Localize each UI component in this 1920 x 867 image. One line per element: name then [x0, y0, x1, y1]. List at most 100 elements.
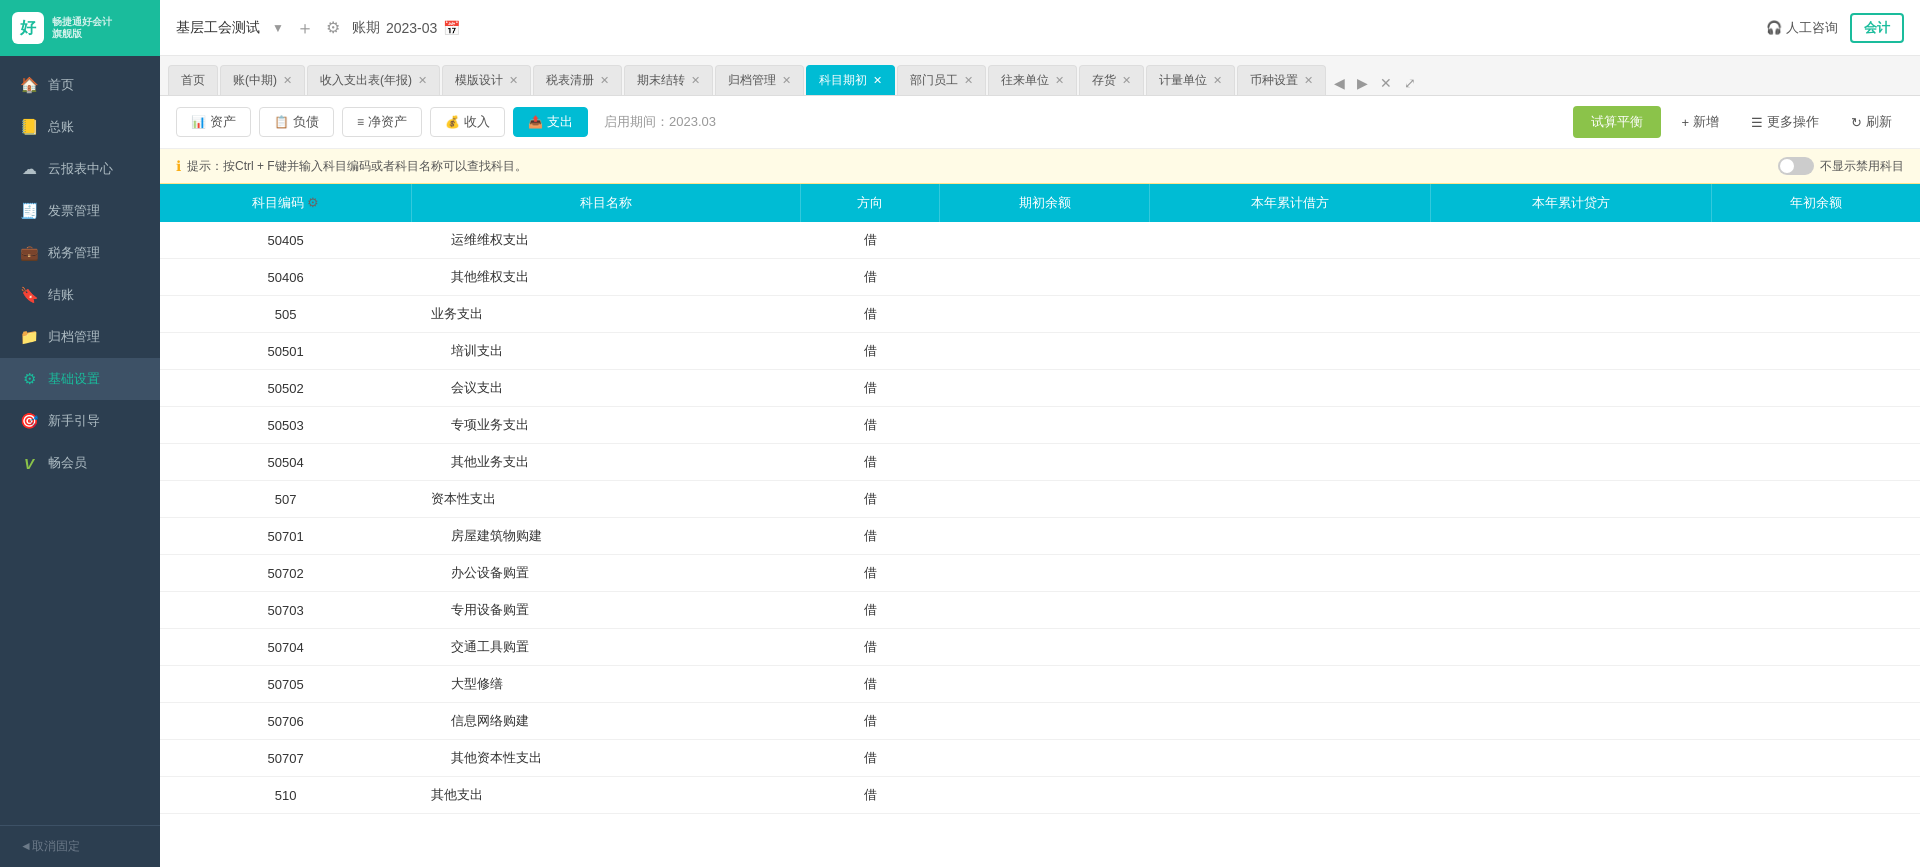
net-assets-icon: ≡: [357, 115, 364, 129]
cell-ytd-credit: [1431, 740, 1712, 777]
sidebar-item-closing[interactable]: 🔖 结账: [0, 274, 160, 316]
refresh-btn[interactable]: ↻ 刷新: [1839, 106, 1904, 138]
sub-tab-income[interactable]: 💰 收入: [430, 107, 505, 137]
tab-unit[interactable]: 计量单位 ✕: [1146, 65, 1235, 95]
table-row[interactable]: 50705大型修缮借: [160, 666, 1920, 703]
table-row[interactable]: 50503专项业务支出借: [160, 407, 1920, 444]
sub-tab-assets[interactable]: 📊 资产: [176, 107, 251, 137]
tab-close-icon[interactable]: ✕: [964, 74, 973, 87]
table-row[interactable]: 50501培训支出借: [160, 333, 1920, 370]
sidebar-item-ledger[interactable]: 📒 总账: [0, 106, 160, 148]
table-row[interactable]: 50701房屋建筑物购建借: [160, 518, 1920, 555]
balance-btn[interactable]: 试算平衡: [1573, 106, 1661, 138]
cell-ytd-debit: [1150, 222, 1431, 259]
help-btn[interactable]: 🎧 人工咨询: [1766, 19, 1838, 37]
tab-close-icon[interactable]: ✕: [1122, 74, 1131, 87]
cell-name: 其他维权支出: [411, 259, 801, 296]
sidebar-item-home[interactable]: 🏠 首页: [0, 64, 160, 106]
tabs-prev-btn[interactable]: ◀: [1328, 71, 1351, 95]
sidebar-item-guide[interactable]: 🎯 新手引导: [0, 400, 160, 442]
sidebar-item-archive[interactable]: 📁 归档管理: [0, 316, 160, 358]
tab-home[interactable]: 首页: [168, 65, 218, 95]
cell-direction: 借: [801, 703, 940, 740]
tab-annual-report[interactable]: 收入支出表(年报) ✕: [307, 65, 440, 95]
sidebar-item-settings[interactable]: ⚙ 基础设置: [0, 358, 160, 400]
tab-mid-period[interactable]: 账(中期) ✕: [220, 65, 305, 95]
tab-counterparty[interactable]: 往来单位 ✕: [988, 65, 1077, 95]
company-name[interactable]: 基层工会测试: [176, 19, 260, 37]
cell-ytd-debit: [1150, 259, 1431, 296]
sidebar-item-invoice[interactable]: 🧾 发票管理: [0, 190, 160, 232]
cell-ytd-debit: [1150, 777, 1431, 814]
cell-direction: 借: [801, 370, 940, 407]
tab-archive[interactable]: 归档管理 ✕: [715, 65, 804, 95]
cell-ytd-credit: [1431, 259, 1712, 296]
tab-close-icon[interactable]: ✕: [873, 74, 882, 87]
tabs-close-all-btn[interactable]: ✕: [1374, 71, 1398, 95]
table-row[interactable]: 50707其他资本性支出借: [160, 740, 1920, 777]
tab-close-icon[interactable]: ✕: [691, 74, 700, 87]
sub-tab-net-assets[interactable]: ≡ 净资产: [342, 107, 422, 137]
tab-template[interactable]: 模版设计 ✕: [442, 65, 531, 95]
table-row[interactable]: 50502会议支出借: [160, 370, 1920, 407]
col-settings-icon[interactable]: ⚙: [307, 195, 319, 210]
more-icon: ☰: [1751, 115, 1763, 130]
tab-currency[interactable]: 币种设置 ✕: [1237, 65, 1326, 95]
table-row[interactable]: 505业务支出借: [160, 296, 1920, 333]
sidebar-item-member[interactable]: V 畅会员: [0, 442, 160, 484]
col-year-opening: 年初余额: [1711, 184, 1920, 222]
tab-close-icon[interactable]: ✕: [1304, 74, 1313, 87]
sidebar-item-tax[interactable]: 💼 税务管理: [0, 232, 160, 274]
tabs-next-btn[interactable]: ▶: [1351, 71, 1374, 95]
subjects-table: 科目编码 ⚙ 科目名称 方向 期初余额 本年累计借方 本年累计贷方 年初余额 5…: [160, 184, 1920, 814]
cell-direction: 借: [801, 222, 940, 259]
sub-tab-liabilities[interactable]: 📋 负债: [259, 107, 334, 137]
company-dropdown-icon[interactable]: ▼: [272, 21, 284, 35]
table-row[interactable]: 50504其他业务支出借: [160, 444, 1920, 481]
cell-direction: 借: [801, 259, 940, 296]
member-icon: V: [20, 454, 38, 472]
add-tab-btn[interactable]: ＋: [296, 16, 314, 40]
table-row[interactable]: 50702办公设备购置借: [160, 555, 1920, 592]
new-btn[interactable]: + 新增: [1669, 106, 1731, 138]
tab-subject-init[interactable]: 科目期初 ✕: [806, 65, 895, 95]
tab-close-icon[interactable]: ✕: [1055, 74, 1064, 87]
tab-close-icon[interactable]: ✕: [509, 74, 518, 87]
tab-inventory[interactable]: 存货 ✕: [1079, 65, 1144, 95]
hint-bar: ℹ 提示：按Ctrl + F键并输入科目编码或者科目名称可以查找科目。 不显示禁…: [160, 149, 1920, 184]
table-container: 科目编码 ⚙ 科目名称 方向 期初余额 本年累计借方 本年累计贷方 年初余额 5…: [160, 184, 1920, 867]
table-row[interactable]: 50405运维维权支出借: [160, 222, 1920, 259]
sidebar: 好 畅捷通好会计 旗舰版 🏠 首页 📒 总账 ☁ 云报表中心 🧾 发票管理 💼 …: [0, 0, 160, 867]
table-row[interactable]: 50406其他维权支出借: [160, 259, 1920, 296]
table-row[interactable]: 510其他支出借: [160, 777, 1920, 814]
user-role-btn[interactable]: 会计: [1850, 13, 1904, 43]
table-row[interactable]: 50703专用设备购置借: [160, 592, 1920, 629]
table-row[interactable]: 507资本性支出借: [160, 481, 1920, 518]
table-row[interactable]: 50706信息网络购建借: [160, 703, 1920, 740]
tab-close-icon[interactable]: ✕: [418, 74, 427, 87]
cell-code: 50704: [160, 629, 411, 666]
tab-period-closing[interactable]: 期末结转 ✕: [624, 65, 713, 95]
archive-icon: 📁: [20, 328, 38, 346]
cell-year-opening: [1711, 259, 1920, 296]
cell-opening-balance: [940, 629, 1150, 666]
logo-icon: 好: [12, 12, 44, 44]
tab-close-icon[interactable]: ✕: [283, 74, 292, 87]
more-actions-btn[interactable]: ☰ 更多操作: [1739, 106, 1831, 138]
tab-dept-staff[interactable]: 部门员工 ✕: [897, 65, 986, 95]
cell-ytd-debit: [1150, 370, 1431, 407]
settings-btn[interactable]: ⚙: [326, 18, 340, 37]
tabs-expand-btn[interactable]: ⤢: [1398, 71, 1422, 95]
table-row[interactable]: 50704交通工具购置借: [160, 629, 1920, 666]
disable-toggle[interactable]: [1778, 157, 1814, 175]
sidebar-item-label: 新手引导: [48, 412, 100, 430]
sidebar-collapse-btn[interactable]: ◄取消固定: [0, 825, 160, 867]
tab-tax-forms[interactable]: 税表清册 ✕: [533, 65, 622, 95]
tab-close-icon[interactable]: ✕: [1213, 74, 1222, 87]
tab-close-icon[interactable]: ✕: [600, 74, 609, 87]
cell-year-opening: [1711, 370, 1920, 407]
cell-ytd-debit: [1150, 592, 1431, 629]
sub-tab-expense[interactable]: 📤 支出: [513, 107, 588, 137]
tab-close-icon[interactable]: ✕: [782, 74, 791, 87]
sidebar-item-reports[interactable]: ☁ 云报表中心: [0, 148, 160, 190]
